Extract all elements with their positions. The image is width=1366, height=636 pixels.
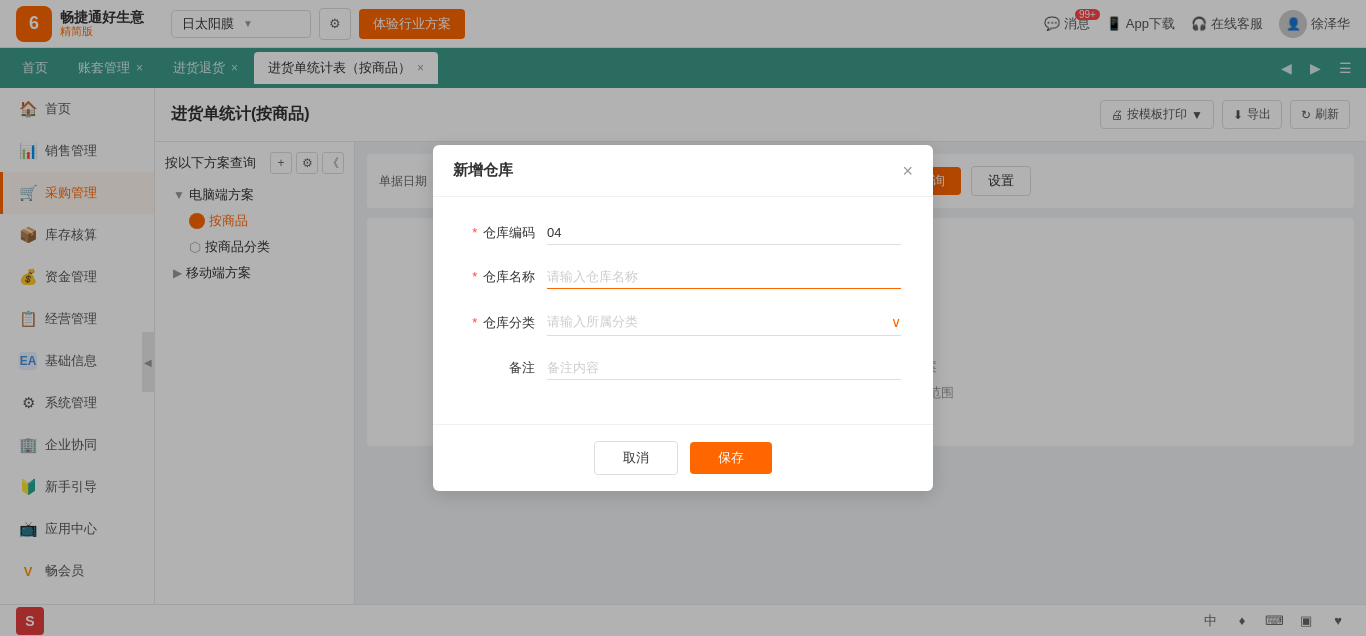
required-star-name: * [472, 269, 477, 284]
warehouse-category-row: * 仓库分类 请输入所属分类 ∨ [465, 309, 901, 336]
required-star-code: * [472, 225, 477, 240]
warehouse-name-label: * 仓库名称 [465, 268, 535, 286]
cancel-button[interactable]: 取消 [594, 441, 678, 475]
warehouse-remark-label: 备注 [465, 359, 535, 377]
warehouse-code-label: * 仓库编码 [465, 224, 535, 242]
warehouse-category-select[interactable]: 请输入所属分类 ∨ [547, 309, 901, 336]
modal-body: * 仓库编码 * 仓库名称 * 仓库分类 请输入 [433, 197, 933, 424]
warehouse-category-placeholder: 请输入所属分类 [547, 313, 891, 331]
save-button[interactable]: 保存 [690, 442, 772, 474]
warehouse-remark-row: 备注 [465, 356, 901, 380]
modal-header: 新增仓库 × [433, 145, 933, 197]
required-star-category: * [472, 315, 477, 330]
warehouse-name-input[interactable] [547, 265, 901, 289]
warehouse-code-input[interactable] [547, 221, 901, 245]
warehouse-name-row: * 仓库名称 [465, 265, 901, 289]
modal-title: 新增仓库 [453, 161, 902, 180]
add-warehouse-modal: 新增仓库 × * 仓库编码 * 仓库名称 [433, 145, 933, 491]
modal-footer: 取消 保存 [433, 424, 933, 491]
warehouse-remark-input[interactable] [547, 356, 901, 380]
warehouse-category-label: * 仓库分类 [465, 314, 535, 332]
modal-close-button[interactable]: × [902, 162, 913, 180]
warehouse-code-row: * 仓库编码 [465, 221, 901, 245]
modal-overlay: 新增仓库 × * 仓库编码 * 仓库名称 [0, 0, 1366, 636]
category-dropdown-arrow: ∨ [891, 314, 901, 330]
